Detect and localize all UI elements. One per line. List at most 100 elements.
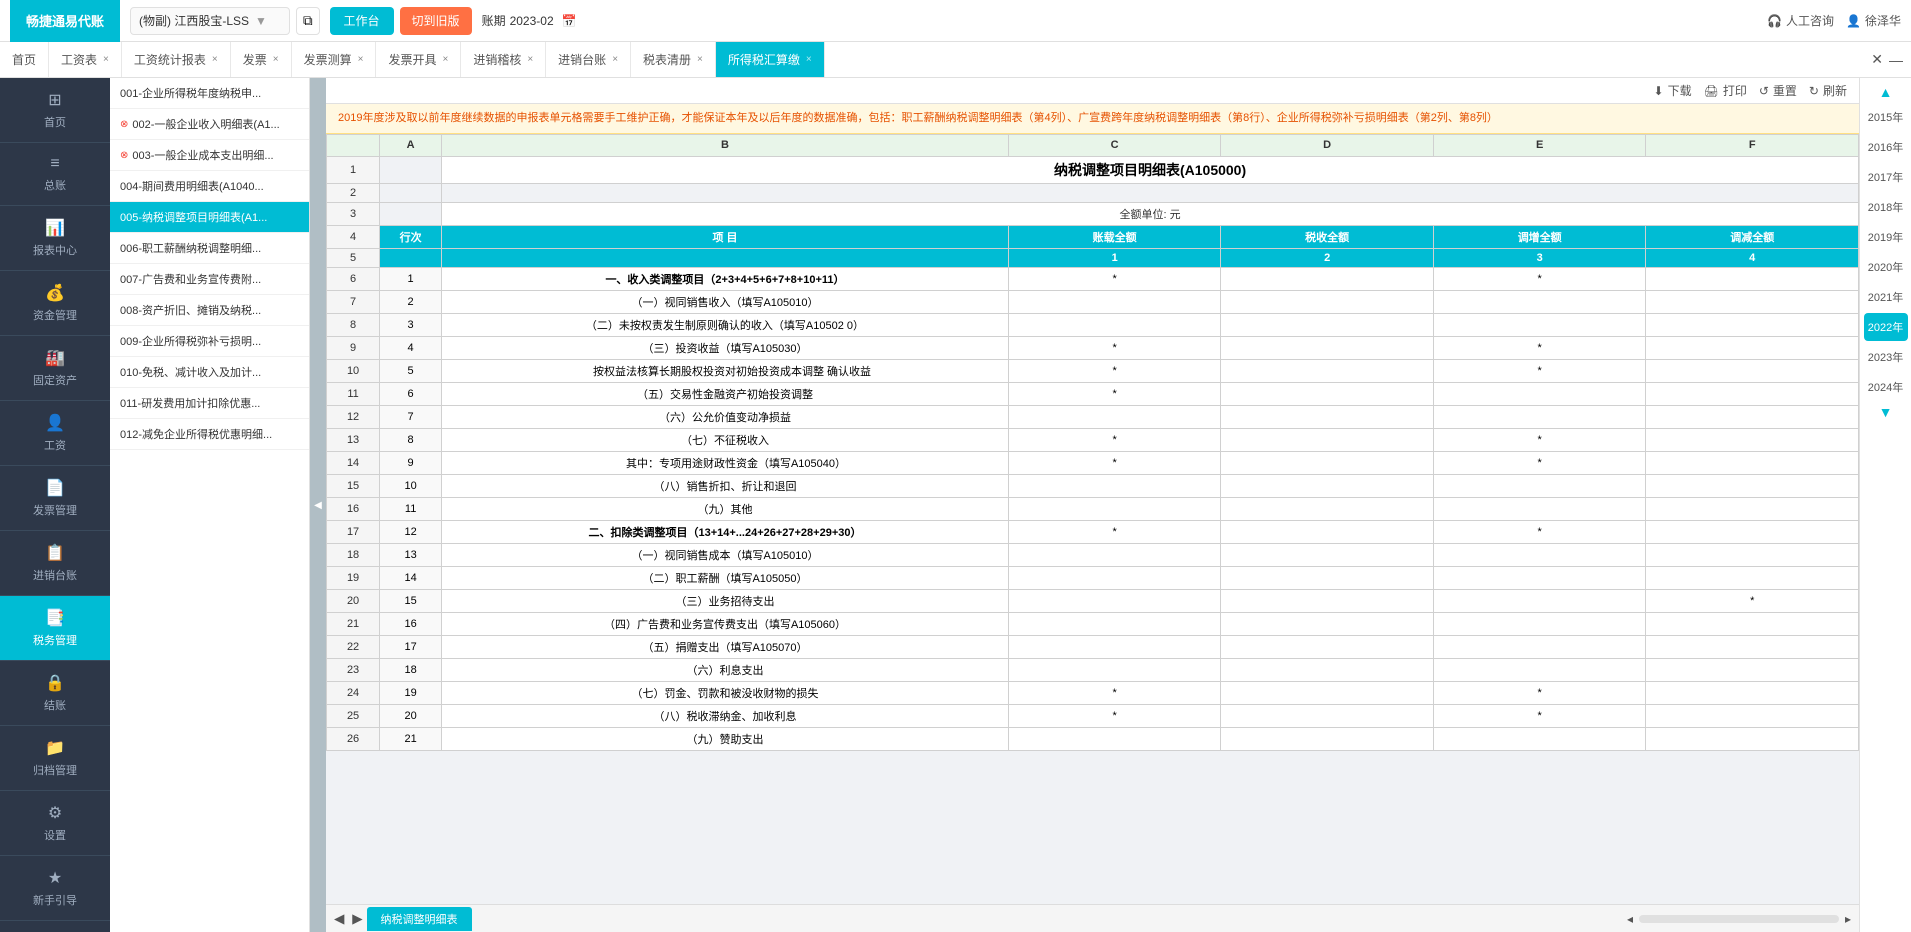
download-button[interactable]: ⬇ 下载 — [1654, 82, 1692, 99]
table-row: 6 1 一、收入类调整项目（2+3+4+5+6+7+8+10+11） * * — [327, 267, 1859, 290]
tab-close-icon[interactable]: × — [358, 54, 364, 65]
row-number: 6 — [327, 267, 380, 290]
row-number: 16 — [327, 497, 380, 520]
left-panel-item-002[interactable]: ⊗ 002-一般企业收入明细表(A1... — [110, 109, 309, 140]
sidebar-item-sales[interactable]: 📋 进销台账 — [0, 531, 110, 596]
row-number: 10 — [327, 359, 380, 382]
copy-button[interactable]: ⧉ — [296, 7, 320, 35]
tab-income-tax[interactable]: 所得税汇算缴 × — [716, 42, 825, 78]
left-panel-item-012[interactable]: 012-减免企业所得税优惠明细... — [110, 419, 309, 450]
payroll-icon: 👤 — [45, 413, 65, 433]
workbench-button[interactable]: 工作台 — [330, 7, 394, 35]
archive-icon: 📁 — [45, 738, 65, 758]
tab-close-icon[interactable]: × — [697, 54, 703, 65]
sidebar-item-member[interactable]: V 畅会员 — [0, 921, 110, 932]
tab-home[interactable]: 首页 — [0, 42, 49, 78]
sidebar-item-settings[interactable]: ⚙ 设置 — [0, 791, 110, 856]
tab-close-icon[interactable]: × — [103, 54, 109, 65]
year-item-2024[interactable]: 2024年 — [1864, 373, 1908, 401]
col-label-c: 账载全额 — [1008, 225, 1221, 248]
bottom-tab-item[interactable]: 纳税调整明细表 — [367, 907, 472, 931]
service-button[interactable]: 🎧 人工咨询 — [1767, 12, 1834, 29]
horizontal-scrollbar[interactable] — [1639, 915, 1839, 923]
print-icon: 🖨 — [1704, 84, 1719, 98]
left-panel-item-007[interactable]: 007-广告费和业务宣传费附... — [110, 264, 309, 295]
tab-invoice[interactable]: 发票 × — [231, 42, 292, 78]
tab-purchase-check[interactable]: 进销稽核 × — [461, 42, 546, 78]
user-menu[interactable]: 👤 徐泽华 — [1846, 12, 1901, 29]
left-panel-item-006[interactable]: 006-职工薪酬纳税调整明细... — [110, 233, 309, 264]
sheet-scroll-area[interactable]: A B C D E F — [326, 134, 1859, 905]
tab-close-icon[interactable]: × — [442, 54, 448, 65]
table-row: 5 1 2 3 4 — [327, 248, 1859, 267]
sidebar-item-ledger[interactable]: ≡ 总账 — [0, 143, 110, 206]
old-version-button[interactable]: 切到旧版 — [400, 7, 472, 35]
scroll-left-icon[interactable]: ◂ — [1627, 912, 1633, 926]
tab-close-icon[interactable]: × — [612, 54, 618, 65]
sidebar-item-fixed[interactable]: 🏭 固定资产 — [0, 336, 110, 401]
year-nav-up[interactable]: ▲ — [1877, 82, 1895, 102]
year-item-2020[interactable]: 2020年 — [1864, 253, 1908, 281]
collapse-button[interactable]: ◀ — [310, 78, 326, 932]
year-item-2019[interactable]: 2019年 — [1864, 223, 1908, 251]
left-panel-item-009[interactable]: 009-企业所得税弥补亏损明... — [110, 326, 309, 357]
year-panel: ▲ 2015年 2016年 2017年 2018年 2019年 2020年 20… — [1859, 78, 1911, 932]
close-window-button[interactable]: ✕ — [1871, 51, 1883, 68]
tab-invoice-issue[interactable]: 发票开具 × — [376, 42, 461, 78]
left-panel-item-011[interactable]: 011-研发费用加计扣除优惠... — [110, 388, 309, 419]
year-item-2017[interactable]: 2017年 — [1864, 163, 1908, 191]
tab-close-icon[interactable]: × — [806, 54, 812, 65]
tab-close-icon[interactable]: × — [212, 54, 218, 65]
row-number: 17 — [327, 520, 380, 543]
year-nav-down[interactable]: ▼ — [1877, 402, 1895, 422]
left-panel-item-004[interactable]: 004-期间费用明细表(A1040... — [110, 171, 309, 202]
tab-close-icon[interactable]: × — [273, 54, 279, 65]
sidebar-item-assets[interactable]: 💰 资金管理 — [0, 271, 110, 336]
tab-bar: 首页 工资表 × 工资统计报表 × 发票 × 发票测算 × 发票开具 × 进销稽… — [0, 42, 1911, 78]
left-panel-item-005[interactable]: 005-纳税调整项目明细表(A1... — [110, 202, 309, 233]
sidebar-item-tax[interactable]: 📑 税务管理 — [0, 596, 110, 661]
left-panel-item-001[interactable]: 001-企业所得税年度纳税申... — [110, 78, 309, 109]
sidebar-item-reports[interactable]: 📊 报表中心 — [0, 206, 110, 271]
calendar-icon[interactable]: 📅 — [562, 14, 577, 28]
table-title: 纳税调整项目明细表(A105000) — [442, 156, 1859, 183]
left-panel-item-003[interactable]: ⊗ 003-一般企业成本支出明细... — [110, 140, 309, 171]
sidebar-item-invoice[interactable]: 📄 发票管理 — [0, 466, 110, 531]
download-icon: ⬇ — [1654, 84, 1664, 98]
year-item-2021[interactable]: 2021年 — [1864, 283, 1908, 311]
left-panel-item-008[interactable]: 008-资产折旧、摊销及纳税... — [110, 295, 309, 326]
app-logo: 畅捷通易代账 — [10, 0, 120, 42]
tab-purchase-ledger[interactable]: 进销台账 × — [546, 42, 631, 78]
year-item-2022[interactable]: 2022年 — [1864, 313, 1908, 341]
tab-payroll-stat[interactable]: 工资统计报表 × — [122, 42, 231, 78]
year-item-2016[interactable]: 2016年 — [1864, 133, 1908, 161]
sidebar-item-close[interactable]: 🔒 结账 — [0, 661, 110, 726]
sidebar-item-guide[interactable]: ★ 新手引导 — [0, 856, 110, 921]
tab-nav-next[interactable]: ▶ — [348, 911, 366, 927]
sidebar-item-payroll[interactable]: 👤 工资 — [0, 401, 110, 466]
sidebar-item-home[interactable]: ⊞ 首页 — [0, 78, 110, 143]
company-selector[interactable]: (物副) 江西股宝-LSS ▼ — [130, 7, 290, 35]
print-button[interactable]: 🖨 打印 — [1704, 82, 1747, 99]
year-item-2015[interactable]: 2015年 — [1864, 103, 1908, 131]
tab-nav-prev[interactable]: ◀ — [330, 911, 348, 927]
row-number: 22 — [327, 635, 380, 658]
tab-payroll[interactable]: 工资表 × — [49, 42, 122, 78]
tab-close-icon[interactable]: × — [527, 54, 533, 65]
sidebar-item-archive[interactable]: 📁 归档管理 — [0, 726, 110, 791]
year-item-2023[interactable]: 2023年 — [1864, 343, 1908, 371]
tab-tax-list[interactable]: 税表清册 × — [631, 42, 716, 78]
close-period-icon: 🔒 — [45, 673, 65, 693]
content-area: 001-企业所得税年度纳税申... ⊗ 002-一般企业收入明细表(A1... … — [110, 78, 1911, 932]
copy-icon: ⧉ — [303, 13, 313, 29]
ledger-icon: ≡ — [50, 155, 59, 173]
table-row: 25 20 （八）税收滞纳金、加收利息 * * — [327, 704, 1859, 727]
minimize-button[interactable]: — — [1889, 52, 1903, 68]
tab-invoice-calc[interactable]: 发票测算 × — [292, 42, 377, 78]
year-item-2018[interactable]: 2018年 — [1864, 193, 1908, 221]
refresh-button[interactable]: ↻ 刷新 — [1809, 82, 1847, 99]
reset-button[interactable]: ↺ 重置 — [1759, 82, 1797, 99]
col-sub-4: 4 — [1646, 248, 1859, 267]
scroll-right-icon[interactable]: ▸ — [1845, 912, 1851, 926]
left-panel-item-010[interactable]: 010-免税、减计收入及加计... — [110, 357, 309, 388]
